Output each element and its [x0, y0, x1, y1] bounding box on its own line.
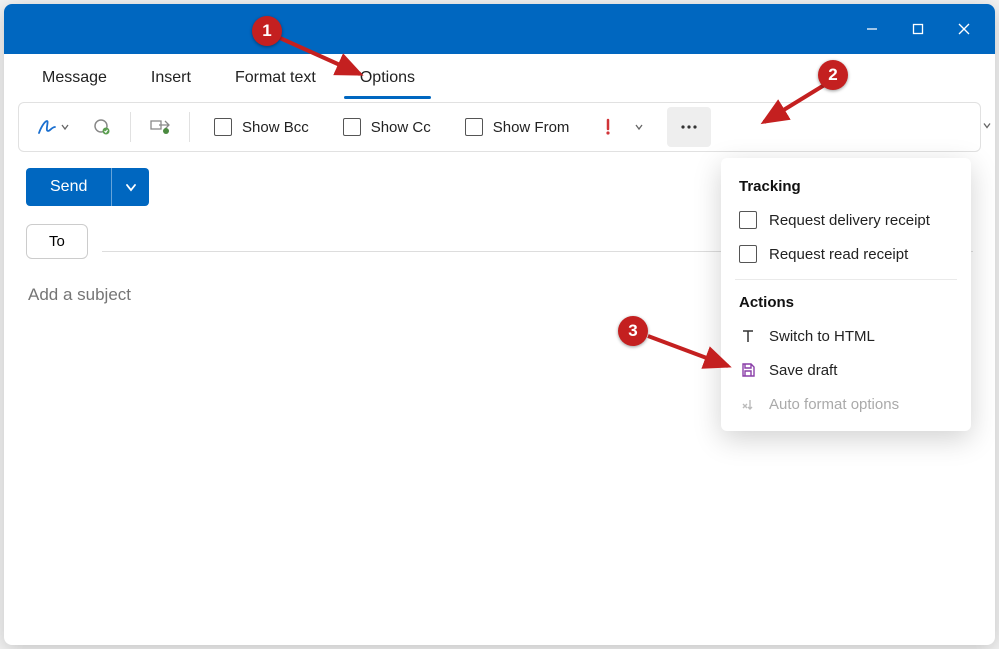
checkbox-icon: [739, 211, 757, 229]
close-button[interactable]: [941, 4, 987, 54]
tab-insert[interactable]: Insert: [129, 59, 213, 97]
checkbox-icon: [465, 118, 483, 136]
sensitivity-button[interactable]: [84, 109, 120, 145]
ribbon-options: Show Bcc Show Cc Show From: [18, 102, 981, 152]
divider: [189, 112, 190, 142]
checkbox-icon: [214, 118, 232, 136]
more-options-button[interactable]: [667, 107, 711, 147]
actions-section-title: Actions: [721, 288, 971, 319]
send-dropdown[interactable]: [111, 168, 149, 206]
send-button[interactable]: Send: [26, 168, 111, 206]
auto-format-label: Auto format options: [769, 396, 899, 413]
importance-dropdown[interactable]: [625, 109, 653, 145]
request-delivery-receipt[interactable]: Request delivery receipt: [721, 203, 971, 237]
divider: [130, 112, 131, 142]
save-draft-label: Save draft: [769, 362, 837, 379]
annotation-arrow-1: [272, 30, 372, 86]
more-options-popup: Tracking Request delivery receipt Reques…: [721, 158, 971, 431]
show-cc-label: Show Cc: [371, 119, 431, 136]
checkbox-icon: [739, 245, 757, 263]
format-icon: [739, 395, 757, 413]
request-receipt-button[interactable]: [141, 109, 179, 145]
save-draft[interactable]: Save draft: [721, 353, 971, 387]
request-read-label: Request read receipt: [769, 246, 908, 263]
annotation-arrow-3: [640, 330, 740, 376]
app-window: Message Insert Format text Options Show …: [4, 4, 995, 645]
signature-button[interactable]: [29, 109, 78, 145]
annotation-badge-1: 1: [252, 16, 282, 46]
show-bcc-label: Show Bcc: [242, 119, 309, 136]
request-delivery-label: Request delivery receipt: [769, 212, 930, 229]
annotation-badge-2: 2: [818, 60, 848, 90]
title-bar: [4, 4, 995, 54]
checkbox-icon: [343, 118, 361, 136]
tracking-section-title: Tracking: [721, 172, 971, 203]
switch-html-label: Switch to HTML: [769, 328, 875, 345]
show-from-label: Show From: [493, 119, 570, 136]
to-button[interactable]: To: [26, 224, 88, 259]
text-icon: [739, 327, 757, 345]
divider: [735, 279, 957, 280]
maximize-button[interactable]: [895, 4, 941, 54]
switch-to-html[interactable]: Switch to HTML: [721, 319, 971, 353]
collapse-ribbon-button[interactable]: [980, 120, 994, 135]
save-icon: [739, 361, 757, 379]
annotation-badge-3: 3: [618, 316, 648, 346]
show-cc-checkbox[interactable]: Show Cc: [329, 109, 445, 145]
request-read-receipt[interactable]: Request read receipt: [721, 237, 971, 271]
show-from-checkbox[interactable]: Show From: [451, 109, 584, 145]
minimize-button[interactable]: [849, 4, 895, 54]
tab-message[interactable]: Message: [20, 59, 129, 97]
show-bcc-checkbox[interactable]: Show Bcc: [200, 109, 323, 145]
auto-format-options: Auto format options: [721, 387, 971, 421]
high-importance-button[interactable]: [593, 109, 623, 145]
